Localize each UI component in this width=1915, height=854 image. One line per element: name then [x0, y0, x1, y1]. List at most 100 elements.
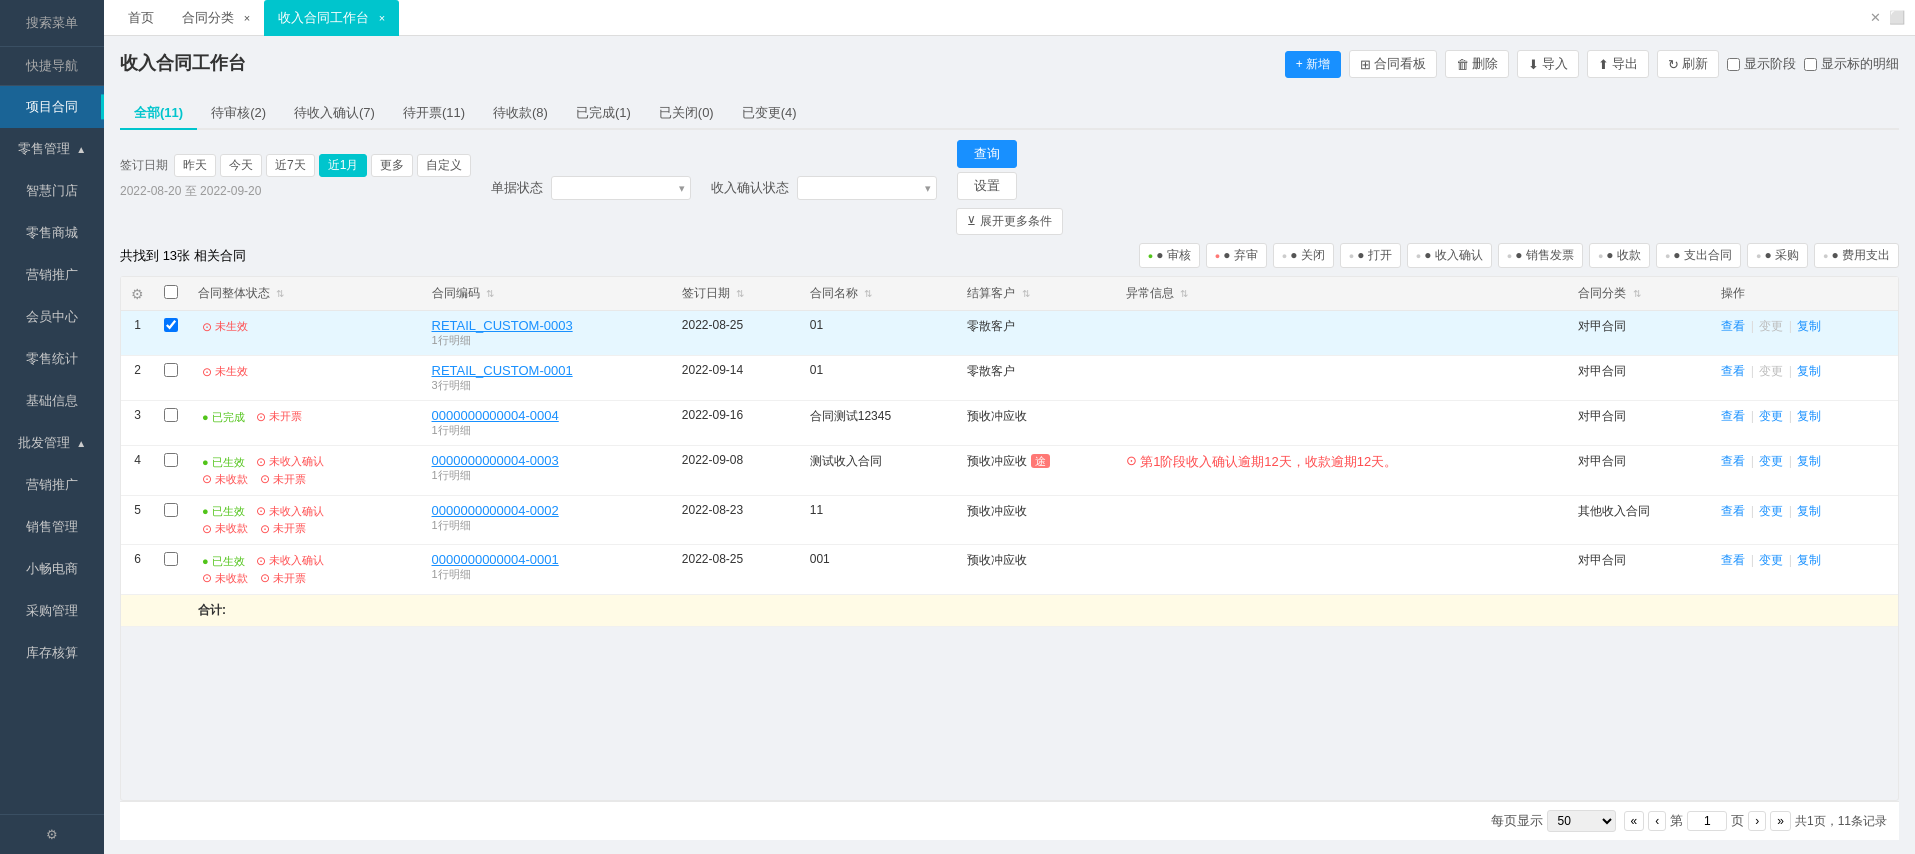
abandon-button[interactable]: ● 弃审	[1206, 243, 1267, 268]
sidebar-settings[interactable]: ⚙	[0, 814, 104, 854]
filter-tab-all[interactable]: 全部(11)	[120, 98, 197, 130]
filter-tab-changed[interactable]: 已变更(4)	[728, 98, 811, 130]
sidebar-item-project-contract[interactable]: 项目合同	[0, 86, 104, 128]
select-all-checkbox[interactable]	[164, 285, 178, 299]
window-close-icon[interactable]: ✕	[1870, 10, 1881, 25]
sidebar-item-retail-mgmt[interactable]: 零售管理 ▲	[0, 128, 104, 170]
op-edit-3[interactable]: 变更	[1759, 409, 1783, 423]
filter-tab-pending-payment[interactable]: 待收款(8)	[479, 98, 562, 130]
op-copy-5[interactable]: 复制	[1797, 504, 1821, 518]
page-last-button[interactable]: »	[1770, 811, 1791, 831]
sidebar-item-wholesale[interactable]: 批发管理 ▲	[0, 422, 104, 464]
income-confirm-status-select[interactable]	[797, 176, 937, 200]
date-btn-yesterday[interactable]: 昨天	[174, 154, 216, 177]
op-edit-2[interactable]: 变更	[1759, 364, 1783, 378]
open-contract-button[interactable]: ● 打开	[1340, 243, 1401, 268]
approve-button[interactable]: ● 审核	[1139, 243, 1200, 268]
sort-icon-date[interactable]: ⇅	[736, 288, 744, 299]
import-button[interactable]: ⬇ 导入	[1517, 50, 1579, 78]
tab-income-contract[interactable]: 收入合同工作台 ×	[264, 0, 399, 36]
row-check-2[interactable]	[154, 356, 188, 401]
sort-icon-abnormal[interactable]: ⇅	[1180, 288, 1188, 299]
sort-icon-status[interactable]: ⇅	[276, 288, 284, 299]
query-button[interactable]: 查询	[957, 140, 1017, 168]
op-view-2[interactable]: 查看	[1721, 364, 1745, 378]
sidebar-item-purchase[interactable]: 采购管理	[0, 590, 104, 632]
date-btn-today[interactable]: 今天	[220, 154, 262, 177]
kanban-button[interactable]: ⊞ 合同看板	[1349, 50, 1437, 78]
add-button[interactable]: + 新增	[1285, 51, 1341, 78]
contract-link-6[interactable]: 0000000000004-0001	[432, 552, 662, 567]
op-view-3[interactable]: 查看	[1721, 409, 1745, 423]
export-button[interactable]: ⬆ 导出	[1587, 50, 1649, 78]
row-checkbox-3[interactable]	[164, 408, 178, 422]
doc-status-select[interactable]	[551, 176, 691, 200]
col-settings[interactable]: ⚙	[121, 277, 154, 311]
page-size-select[interactable]: 50 100 200	[1547, 810, 1616, 832]
date-btn-7days[interactable]: 近7天	[266, 154, 315, 177]
expense-contract-button[interactable]: ● 支出合同	[1656, 243, 1741, 268]
op-copy-6[interactable]: 复制	[1797, 553, 1821, 567]
contract-link-3[interactable]: 0000000000004-0004	[432, 408, 662, 423]
row-checkbox-1[interactable]	[164, 318, 178, 332]
sidebar-item-sales-mgmt[interactable]: 销售管理	[0, 506, 104, 548]
sort-icon-code[interactable]: ⇅	[486, 288, 494, 299]
contract-link-4[interactable]: 0000000000004-0003	[432, 453, 662, 468]
row-check-4[interactable]	[154, 446, 188, 496]
tab-close-contract-category[interactable]: ×	[244, 12, 250, 24]
row-check-6[interactable]	[154, 545, 188, 595]
op-edit-6[interactable]: 变更	[1759, 553, 1783, 567]
sidebar-search[interactable]: 搜索菜单	[0, 0, 104, 47]
sidebar-item-retail-stats[interactable]: 零售统计	[0, 338, 104, 380]
date-btn-more[interactable]: 更多	[371, 154, 413, 177]
row-checkbox-4[interactable]	[164, 453, 178, 467]
sidebar-nav[interactable]: 快捷导航	[0, 47, 104, 86]
row-checkbox-2[interactable]	[164, 363, 178, 377]
op-edit-5[interactable]: 变更	[1759, 504, 1783, 518]
page-prev-button[interactable]: ‹	[1648, 811, 1666, 831]
contract-link-2[interactable]: RETAIL_CUSTOM-0001	[432, 363, 662, 378]
window-maximize-icon[interactable]: ⬜	[1889, 10, 1905, 25]
sidebar-item-marketing2[interactable]: 营销推广	[0, 464, 104, 506]
row-checkbox-5[interactable]	[164, 503, 178, 517]
row-checkbox-6[interactable]	[164, 552, 178, 566]
op-edit-4[interactable]: 变更	[1759, 454, 1783, 468]
collect-payment-button[interactable]: ● 收款	[1589, 243, 1650, 268]
op-view-1[interactable]: 查看	[1721, 319, 1745, 333]
op-copy-4[interactable]: 复制	[1797, 454, 1821, 468]
expense-payment-button[interactable]: ● 费用支出	[1814, 243, 1899, 268]
date-btn-1month[interactable]: 近1月	[319, 154, 368, 177]
sidebar-item-member[interactable]: 会员中心	[0, 296, 104, 338]
tab-close-income-contract[interactable]: ×	[379, 12, 385, 24]
sidebar-item-smart-store[interactable]: 智慧门店	[0, 170, 104, 212]
show-stage-checkbox[interactable]	[1727, 58, 1740, 71]
op-view-6[interactable]: 查看	[1721, 553, 1745, 567]
filter-tab-pending-review[interactable]: 待审核(2)	[197, 98, 280, 130]
op-copy-1[interactable]: 复制	[1797, 319, 1821, 333]
sales-invoice-button[interactable]: ● 销售发票	[1498, 243, 1583, 268]
close-contract-button[interactable]: ● 关闭	[1273, 243, 1334, 268]
date-btn-custom[interactable]: 自定义	[417, 154, 471, 177]
refresh-button[interactable]: ↻ 刷新	[1657, 50, 1719, 78]
filter-tab-pending-confirm[interactable]: 待收入确认(7)	[280, 98, 389, 130]
op-edit-1[interactable]: 变更	[1759, 319, 1783, 333]
purchase-button[interactable]: ● 采购	[1747, 243, 1808, 268]
show-stage-check[interactable]: 显示阶段	[1727, 55, 1796, 73]
row-check-3[interactable]	[154, 401, 188, 446]
show-detail-check[interactable]: 显示标的明细	[1804, 55, 1899, 73]
contract-link-1[interactable]: RETAIL_CUSTOM-0003	[432, 318, 662, 333]
sidebar-item-basic-info[interactable]: 基础信息	[0, 380, 104, 422]
show-detail-checkbox[interactable]	[1804, 58, 1817, 71]
op-view-4[interactable]: 查看	[1721, 454, 1745, 468]
settings-icon[interactable]: ⚙	[131, 286, 144, 302]
expand-conditions-button[interactable]: ⊻ 展开更多条件	[956, 208, 1062, 235]
page-input[interactable]	[1687, 811, 1727, 831]
settings-filter-button[interactable]: 设置	[957, 172, 1017, 200]
delete-button[interactable]: 🗑 删除	[1445, 50, 1509, 78]
page-first-button[interactable]: «	[1624, 811, 1645, 831]
op-copy-2[interactable]: 复制	[1797, 364, 1821, 378]
tab-contract-category[interactable]: 合同分类 ×	[168, 0, 264, 36]
filter-tab-pending-invoice[interactable]: 待开票(11)	[389, 98, 479, 130]
sidebar-item-marketing[interactable]: 营销推广	[0, 254, 104, 296]
sidebar-item-retail-mall[interactable]: 零售商城	[0, 212, 104, 254]
